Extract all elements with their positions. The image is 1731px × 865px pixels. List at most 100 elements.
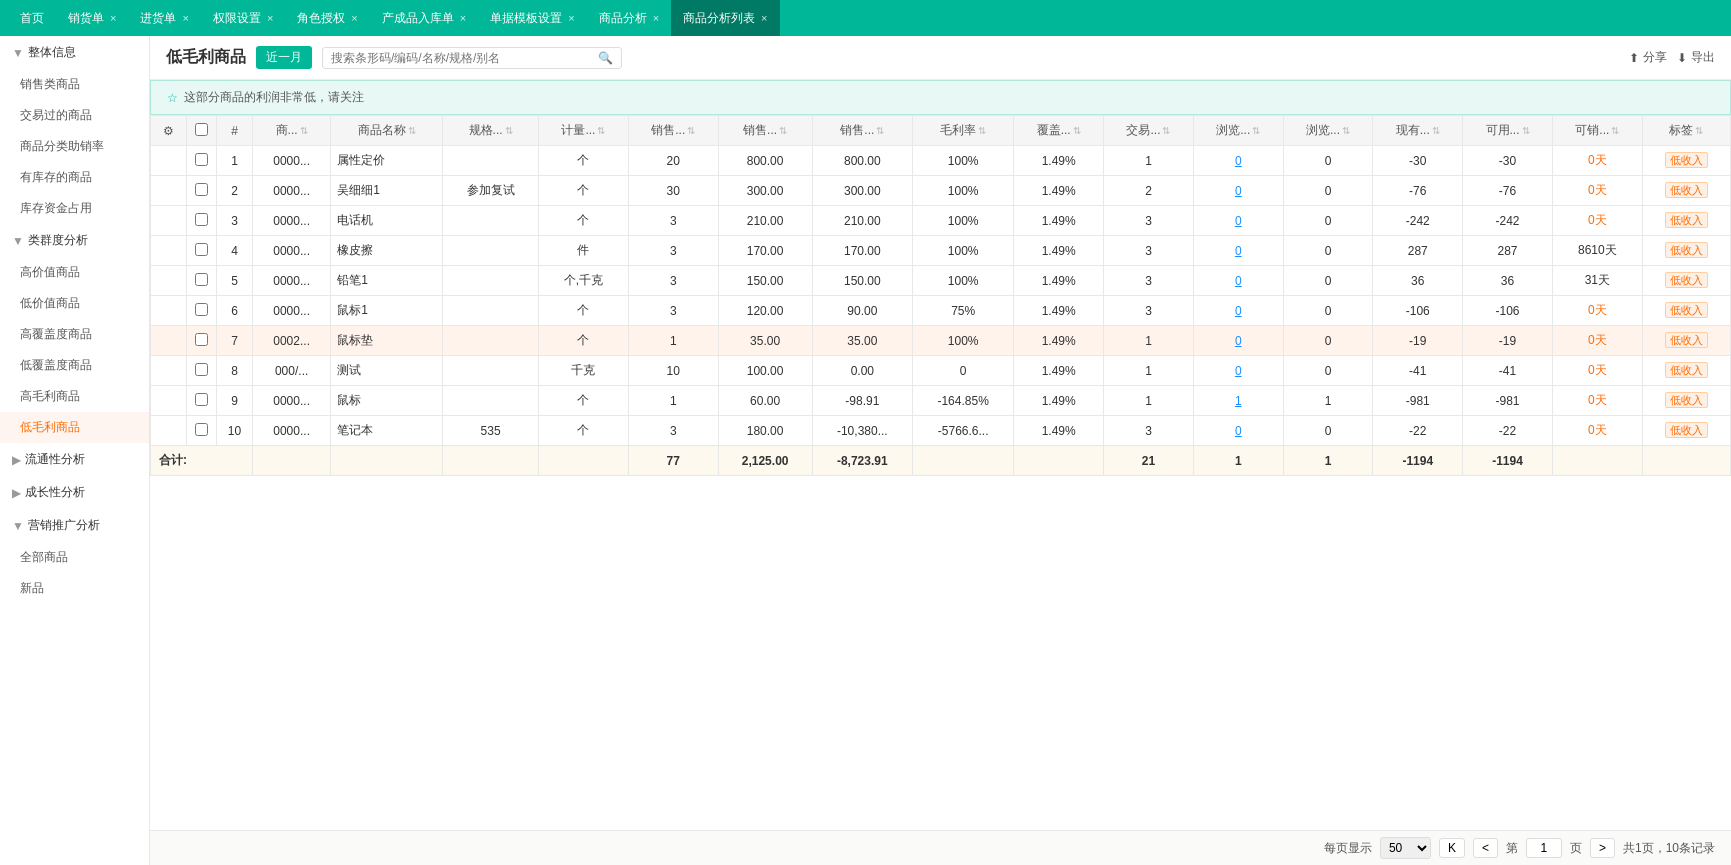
sidebar-section-marketing[interactable]: ▼ 营销推广分析 (0, 509, 149, 542)
sidebar-item-all-products[interactable]: 全部商品 (0, 542, 149, 573)
close-icon[interactable]: × (761, 12, 767, 24)
row-checkbox[interactable] (195, 363, 208, 376)
page-size-select[interactable]: 50 100 200 (1380, 837, 1431, 859)
row-checkbox[interactable] (195, 273, 208, 286)
prev-page-button[interactable]: < (1473, 838, 1498, 858)
row-checkbox[interactable] (195, 243, 208, 256)
th-tag[interactable]: 标签⇅ (1642, 116, 1730, 146)
td-checkbox[interactable] (187, 386, 217, 416)
td-name[interactable]: 橡皮擦 (331, 236, 443, 266)
nav-product-analysis-list[interactable]: 商品分析列表 × (671, 0, 779, 36)
sidebar-item-inventory-capital[interactable]: 库存资金占用 (0, 193, 149, 224)
th-settings[interactable]: ⚙ (151, 116, 187, 146)
select-all-checkbox[interactable] (195, 123, 208, 136)
td-browse1[interactable]: 0 (1193, 356, 1283, 386)
sidebar-item-high-value[interactable]: 高价值商品 (0, 257, 149, 288)
nav-product-analysis[interactable]: 商品分析 × (587, 0, 671, 36)
sidebar-item-traded-products[interactable]: 交易过的商品 (0, 100, 149, 131)
td-checkbox[interactable] (187, 146, 217, 176)
th-unit[interactable]: 计量...⇅ (539, 116, 629, 146)
td-checkbox[interactable] (187, 176, 217, 206)
td-browse1[interactable]: 0 (1193, 236, 1283, 266)
export-button[interactable]: ⬇ 导出 (1677, 49, 1715, 66)
th-name[interactable]: 商品名称⇅ (331, 116, 443, 146)
td-browse1[interactable]: 0 (1193, 266, 1283, 296)
sidebar-section-circulation[interactable]: ▶ 流通性分析 (0, 443, 149, 476)
row-checkbox[interactable] (195, 303, 208, 316)
td-name[interactable]: 属性定价 (331, 146, 443, 176)
sidebar-section-growth[interactable]: ▶ 成长性分析 (0, 476, 149, 509)
page-input[interactable] (1526, 838, 1562, 858)
close-icon[interactable]: × (351, 12, 357, 24)
th-current-stock[interactable]: 现有...⇅ (1373, 116, 1463, 146)
td-browse1[interactable]: 0 (1193, 176, 1283, 206)
td-checkbox[interactable] (187, 296, 217, 326)
td-browse1[interactable]: 0 (1193, 146, 1283, 176)
th-sellable[interactable]: 可销...⇅ (1552, 116, 1642, 146)
td-name[interactable]: 鼠标1 (331, 296, 443, 326)
td-checkbox[interactable] (187, 416, 217, 446)
nav-role-auth[interactable]: 角色授权 × (285, 0, 369, 36)
row-checkbox[interactable] (195, 213, 208, 226)
nav-template-settings[interactable]: 单据模板设置 × (478, 0, 586, 36)
search-icon[interactable]: 🔍 (598, 51, 613, 65)
td-browse1[interactable]: 0 (1193, 296, 1283, 326)
sidebar-section-cluster[interactable]: ▼ 类群度分析 (0, 224, 149, 257)
td-browse1[interactable]: 0 (1193, 206, 1283, 236)
sidebar-item-category-rate[interactable]: 商品分类助销率 (0, 131, 149, 162)
td-name[interactable]: 铅笔1 (331, 266, 443, 296)
row-checkbox[interactable] (195, 183, 208, 196)
close-icon[interactable]: × (568, 12, 574, 24)
search-input[interactable] (331, 51, 598, 65)
nav-permission[interactable]: 权限设置 × (201, 0, 285, 36)
sidebar-item-inventory-products[interactable]: 有库存的商品 (0, 162, 149, 193)
td-checkbox[interactable] (187, 326, 217, 356)
row-checkbox[interactable] (195, 423, 208, 436)
th-browse1[interactable]: 浏览...⇅ (1193, 116, 1283, 146)
th-gross-margin[interactable]: 毛利率⇅ (912, 116, 1013, 146)
td-browse1[interactable]: 0 (1193, 416, 1283, 446)
td-browse1[interactable]: 1 (1193, 386, 1283, 416)
td-checkbox[interactable] (187, 356, 217, 386)
close-icon[interactable]: × (182, 12, 188, 24)
close-icon[interactable]: × (460, 12, 466, 24)
nav-sales-order[interactable]: 销货单 × (56, 0, 128, 36)
td-name[interactable]: 鼠标垫 (331, 326, 443, 356)
sidebar-item-low-coverage[interactable]: 低覆盖度商品 (0, 350, 149, 381)
th-spec[interactable]: 规格...⇅ (443, 116, 539, 146)
td-checkbox[interactable] (187, 266, 217, 296)
td-checkbox[interactable] (187, 206, 217, 236)
td-name[interactable]: 鼠标 (331, 386, 443, 416)
close-icon[interactable]: × (110, 12, 116, 24)
td-name[interactable]: 笔记本 (331, 416, 443, 446)
share-button[interactable]: ⬆ 分享 (1629, 49, 1667, 66)
sidebar-item-low-margin[interactable]: 低毛利商品 (0, 412, 149, 443)
nav-home[interactable]: 首页 (8, 0, 56, 36)
td-checkbox[interactable] (187, 236, 217, 266)
th-available[interactable]: 可用...⇅ (1463, 116, 1553, 146)
sidebar-item-low-value[interactable]: 低价值商品 (0, 288, 149, 319)
td-name[interactable]: 测试 (331, 356, 443, 386)
th-browse2[interactable]: 浏览...⇅ (1283, 116, 1373, 146)
row-checkbox[interactable] (195, 333, 208, 346)
sidebar-item-new-products[interactable]: 新品 (0, 573, 149, 604)
th-sales-price[interactable]: 销售...⇅ (718, 116, 812, 146)
th-transaction[interactable]: 交易...⇅ (1104, 116, 1194, 146)
sidebar-item-high-margin[interactable]: 高毛利商品 (0, 381, 149, 412)
close-icon[interactable]: × (653, 12, 659, 24)
row-checkbox[interactable] (195, 153, 208, 166)
sidebar-item-high-coverage[interactable]: 高覆盖度商品 (0, 319, 149, 350)
th-sales-qty[interactable]: 销售...⇅ (628, 116, 718, 146)
close-icon[interactable]: × (267, 12, 273, 24)
sidebar-section-overall[interactable]: ▼ 整体信息 (0, 36, 149, 69)
td-browse1[interactable]: 0 (1193, 326, 1283, 356)
td-name[interactable]: 电话机 (331, 206, 443, 236)
th-sales-amount[interactable]: 销售...⇅ (812, 116, 912, 146)
first-page-button[interactable]: K (1439, 838, 1465, 858)
nav-purchase-order[interactable]: 进货单 × (128, 0, 200, 36)
next-page-button[interactable]: > (1590, 838, 1615, 858)
th-coverage[interactable]: 覆盖...⇅ (1014, 116, 1104, 146)
sidebar-item-sales-products[interactable]: 销售类商品 (0, 69, 149, 100)
th-checkbox[interactable] (187, 116, 217, 146)
td-name[interactable]: 吴细细1 (331, 176, 443, 206)
